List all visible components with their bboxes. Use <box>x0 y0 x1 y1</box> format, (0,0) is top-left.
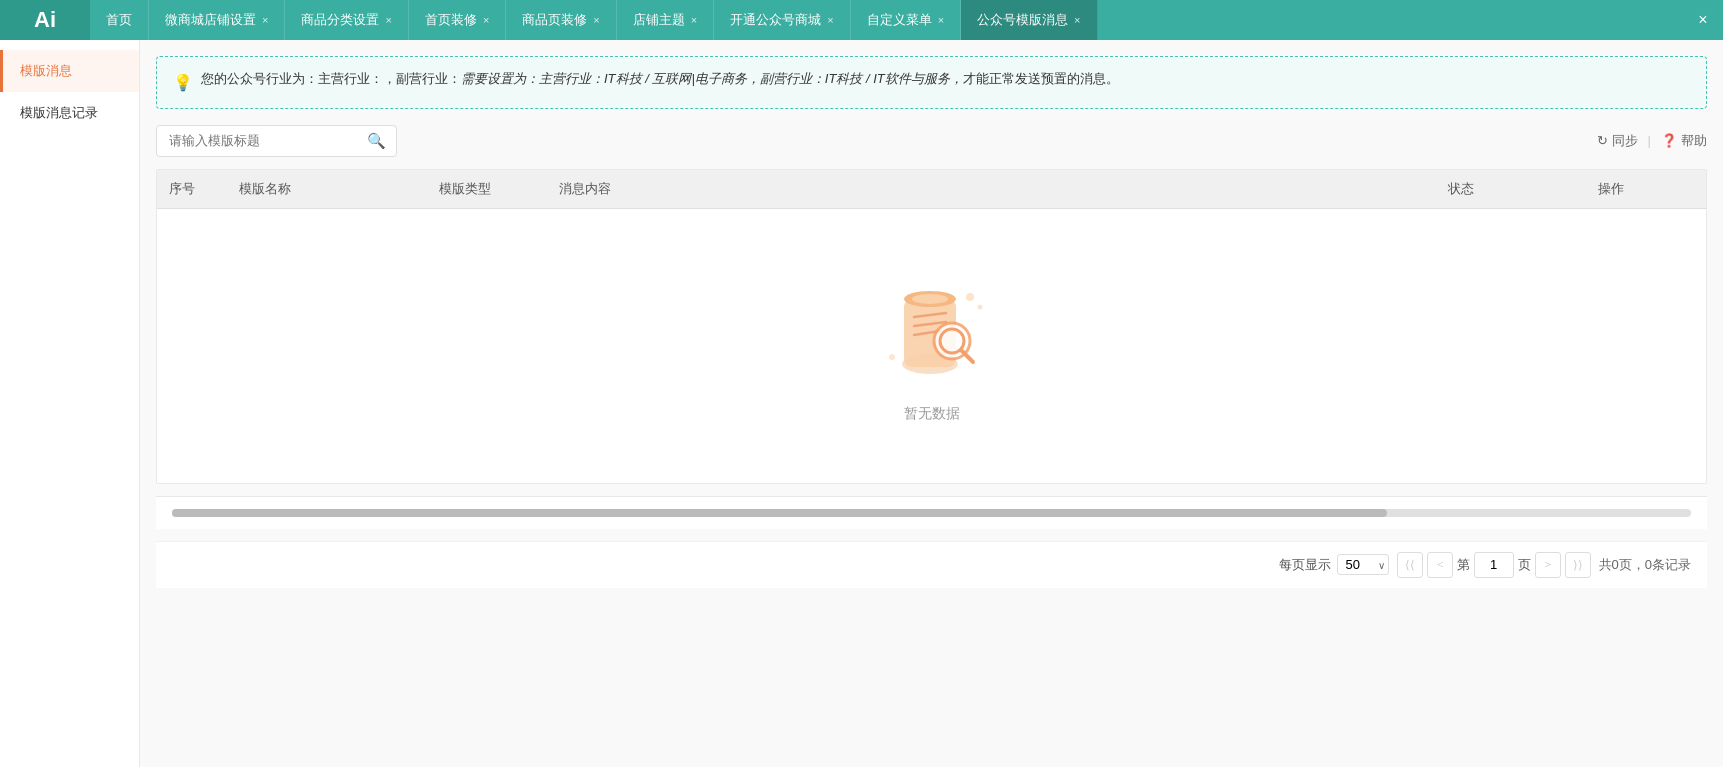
total-info: 共0页，0条记录 <box>1599 556 1691 574</box>
nav-tab-custom-menu[interactable]: 自定义菜单× <box>851 0 961 40</box>
nav-tab-home-decor[interactable]: 首页装修× <box>409 0 506 40</box>
content-area: 💡 您的公众号行业为：主营行业：，副营行业：需要设置为：主营行业：IT科技 / … <box>140 40 1723 767</box>
toolbar: 🔍 ↻ 同步 | ❓ 帮助 <box>156 125 1707 157</box>
notice-box: 💡 您的公众号行业为：主营行业：，副营行业：需要设置为：主营行业：IT科技 / … <box>156 56 1707 109</box>
pagination: 每页显示 10 20 50 100 ⟨⟨ ＜ 第 页 ＞ <box>156 541 1707 588</box>
nav-tab-template-msg[interactable]: 公众号模版消息× <box>961 0 1097 40</box>
top-nav: Ai 首页微商城店铺设置×商品分类设置×首页装修×商品页装修×店铺主题×开通公众… <box>0 0 1723 40</box>
nav-tab-close-category-settings[interactable]: × <box>385 14 391 26</box>
nav-tabs: 首页微商城店铺设置×商品分类设置×首页装修×商品页装修×店铺主题×开通公众号商城… <box>90 0 1683 40</box>
table-header: 序号 模版名称 模版类型 消息内容 状态 操作 <box>157 170 1706 209</box>
svg-point-12 <box>889 354 895 360</box>
nav-tab-close-home-decor[interactable]: × <box>483 14 489 26</box>
nav-tab-product-decor[interactable]: 商品页装修× <box>506 0 616 40</box>
page-prefix: 第 <box>1457 556 1470 574</box>
nav-tab-close-product-decor[interactable]: × <box>593 14 599 26</box>
sync-button[interactable]: ↻ 同步 <box>1597 132 1638 150</box>
toolbar-right: ↻ 同步 | ❓ 帮助 <box>1597 132 1707 150</box>
nav-tab-close-custom-menu[interactable]: × <box>938 14 944 26</box>
nav-tab-home[interactable]: 首页 <box>90 0 149 40</box>
col-content: 消息内容 <box>547 170 1436 208</box>
horizontal-scrollbar[interactable] <box>172 509 1691 517</box>
sidebar: 模版消息模版消息记录 <box>0 40 140 767</box>
page-size-select: 每页显示 10 20 50 100 <box>1279 554 1389 575</box>
search-box: 🔍 <box>156 125 397 157</box>
page-size-wrapper: 10 20 50 100 <box>1337 554 1389 575</box>
empty-state: 暂无数据 <box>157 209 1706 483</box>
nav-tab-close-template-msg[interactable]: × <box>1074 14 1080 26</box>
sync-icon: ↻ <box>1597 133 1608 148</box>
global-close-button[interactable]: × <box>1683 0 1723 40</box>
col-name: 模版名称 <box>227 170 427 208</box>
page-input[interactable] <box>1474 552 1514 578</box>
col-type: 模版类型 <box>427 170 547 208</box>
page-nav: ⟨⟨ ＜ 第 页 ＞ ⟩⟩ <box>1397 552 1591 578</box>
last-page-button[interactable]: ⟩⟩ <box>1565 552 1591 578</box>
empty-illustration <box>872 269 992 389</box>
svg-point-11 <box>977 304 982 309</box>
page-suffix: 页 <box>1518 556 1531 574</box>
search-button[interactable]: 🔍 <box>357 126 396 156</box>
next-page-button[interactable]: ＞ <box>1535 552 1561 578</box>
nav-tab-store-theme[interactable]: 店铺主题× <box>617 0 714 40</box>
page-size-dropdown[interactable]: 10 20 50 100 <box>1337 554 1389 575</box>
scrollbar-area <box>156 496 1707 529</box>
col-index: 序号 <box>157 170 227 208</box>
notice-icon: 💡 <box>173 70 193 96</box>
help-button[interactable]: ❓ 帮助 <box>1661 132 1707 150</box>
col-status: 状态 <box>1436 170 1586 208</box>
notice-text: 您的公众号行业为：主营行业：，副营行业：需要设置为：主营行业：IT科技 / 互联… <box>201 69 1119 90</box>
empty-text: 暂无数据 <box>904 405 960 423</box>
sidebar-item-template-msg[interactable]: 模版消息 <box>0 50 139 92</box>
help-icon: ❓ <box>1661 133 1677 148</box>
col-action: 操作 <box>1586 170 1706 208</box>
nav-tab-category-settings[interactable]: 商品分类设置× <box>285 0 408 40</box>
nav-tab-open-mall[interactable]: 开通公众号商城× <box>714 0 850 40</box>
prev-page-button[interactable]: ＜ <box>1427 552 1453 578</box>
main-layout: 模版消息模版消息记录 💡 您的公众号行业为：主营行业：，副营行业：需要设置为：主… <box>0 40 1723 767</box>
nav-tab-close-wsc-settings[interactable]: × <box>262 14 268 26</box>
nav-tab-close-store-theme[interactable]: × <box>691 14 697 26</box>
page-size-label: 每页显示 <box>1279 556 1331 574</box>
table-container: 序号 模版名称 模版类型 消息内容 状态 操作 <box>156 169 1707 484</box>
svg-point-3 <box>912 294 948 304</box>
nav-tab-close-open-mall[interactable]: × <box>827 14 833 26</box>
nav-tab-wsc-settings[interactable]: 微商城店铺设置× <box>149 0 285 40</box>
first-page-button[interactable]: ⟨⟨ <box>1397 552 1423 578</box>
svg-point-10 <box>966 293 974 301</box>
logo: Ai <box>0 0 90 40</box>
sidebar-item-template-msg-log[interactable]: 模版消息记录 <box>0 92 139 134</box>
search-input[interactable] <box>157 127 357 154</box>
divider: | <box>1648 133 1651 148</box>
